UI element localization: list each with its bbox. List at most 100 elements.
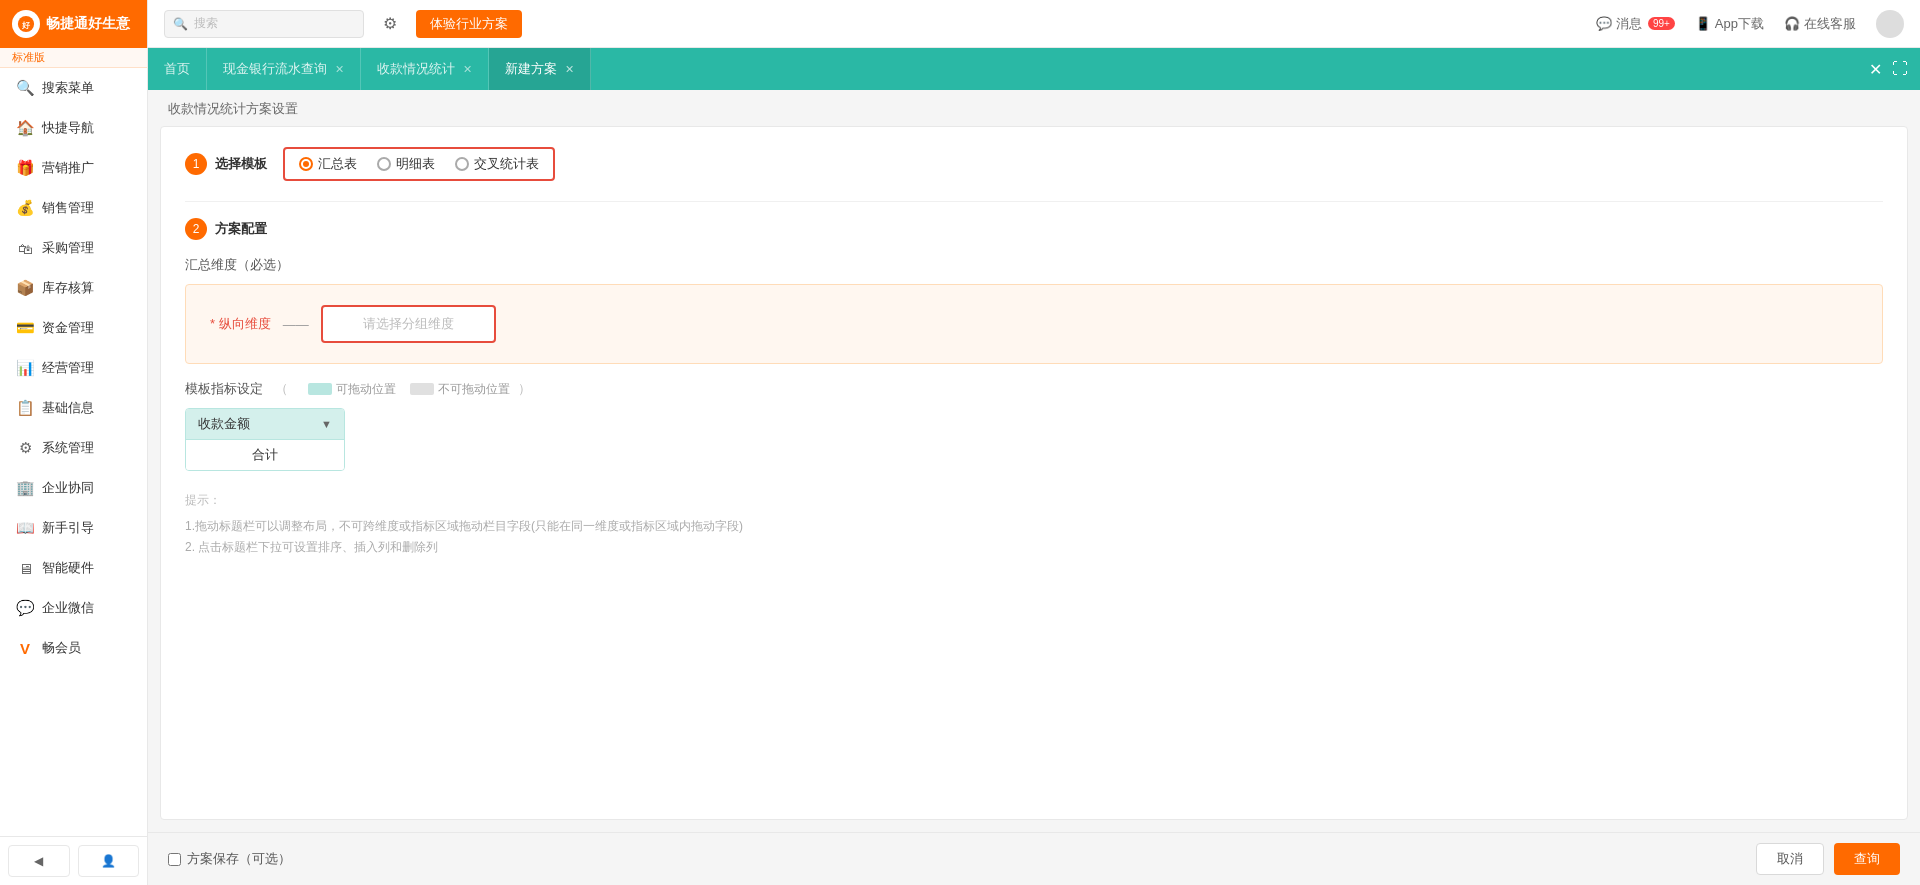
metrics-section: 模板指标设定 （ 可拖动位置 不可拖动位置 ）	[185, 380, 1883, 474]
topbar: 🔍 搜索 ⚙ 体验行业方案 💬 消息 99+ 📱 App下载 🎧 在线客服	[148, 0, 1920, 48]
metrics-table-cell: 合计	[186, 440, 344, 470]
sidebar-item-guide[interactable]: 📖 新手引导	[0, 508, 147, 548]
query-button[interactable]: 查询	[1834, 843, 1900, 875]
message-icon: 💬	[1596, 16, 1612, 31]
tab-bank-flow[interactable]: 现金银行流水查询 ✕	[207, 48, 361, 90]
sidebar-item-marketing[interactable]: 🎁 营销推广	[0, 148, 147, 188]
sidebar-item-system[interactable]: ⚙ 系统管理	[0, 428, 147, 468]
sidebar-item-base-info[interactable]: 📋 基础信息	[0, 388, 147, 428]
metrics-legend: 可拖动位置 不可拖动位置	[308, 381, 510, 398]
radio-summary-label: 汇总表	[318, 155, 357, 173]
sidebar-user-btn[interactable]: 👤	[78, 845, 140, 877]
radio-detail[interactable]: 明细表	[377, 155, 435, 173]
tab-home[interactable]: 首页	[148, 48, 207, 90]
base-info-icon: 📋	[16, 399, 34, 417]
main-area: 🔍 搜索 ⚙ 体验行业方案 💬 消息 99+ 📱 App下载 🎧 在线客服 首页	[148, 0, 1920, 885]
sidebar-item-sales[interactable]: 💰 销售管理	[0, 188, 147, 228]
notification-badge: 99+	[1648, 17, 1675, 30]
avatar[interactable]	[1876, 10, 1904, 38]
dimension-arrow: ——	[283, 317, 309, 332]
chevron-down-icon[interactable]: ▼	[321, 418, 332, 430]
cancel-button[interactable]: 取消	[1756, 843, 1824, 875]
tip2: 2. 点击标题栏下拉可设置排序、插入列和删除列	[185, 537, 1883, 559]
sidebar-item-purchase[interactable]: 🛍 采购管理	[0, 228, 147, 268]
sidebar-item-label: 库存核算	[42, 279, 94, 297]
sidebar-item-finance[interactable]: 💳 资金管理	[0, 308, 147, 348]
enterprise-icon: 🏢	[16, 479, 34, 497]
tab-bank-flow-close[interactable]: ✕	[335, 63, 344, 76]
legend-fixed: 不可拖动位置	[410, 381, 510, 398]
tab-collection-stats-close[interactable]: ✕	[463, 63, 472, 76]
logo-text: 畅捷通好生意	[46, 15, 130, 33]
step1-circle: 1	[185, 153, 207, 175]
dimension-config: 汇总维度（必选） * 纵向维度 —— 请选择分组维度	[185, 256, 1883, 364]
radio-cross[interactable]: 交叉统计表	[455, 155, 539, 173]
sidebar-item-label: 企业微信	[42, 599, 94, 617]
draggable-legend-box	[308, 383, 332, 395]
save-label: 方案保存（可选）	[187, 850, 291, 868]
tab-new-plan-close[interactable]: ✕	[565, 63, 574, 76]
vertical-dimension-label: * 纵向维度	[210, 315, 271, 333]
save-checkbox[interactable]	[168, 853, 181, 866]
sidebar-item-hardware[interactable]: 🖥 智能硬件	[0, 548, 147, 588]
sidebar-item-quick-nav[interactable]: 🏠 快捷导航	[0, 108, 147, 148]
notification-item[interactable]: 💬 消息 99+	[1596, 15, 1675, 33]
radio-summary-dot	[299, 157, 313, 171]
sidebar-item-label: 基础信息	[42, 399, 94, 417]
service-icon: 🎧	[1784, 16, 1800, 31]
sidebar-item-label: 企业协同	[42, 479, 94, 497]
sidebar-item-search-menu[interactable]: 🔍 搜索菜单	[0, 68, 147, 108]
page-title: 收款情况统计方案设置	[148, 90, 1920, 126]
wechat-icon: 💬	[16, 599, 34, 617]
gear-icon[interactable]: ⚙	[376, 10, 404, 38]
form-card: 1 选择模板 汇总表 明细表 交叉统计表	[160, 126, 1908, 820]
fixed-legend-box	[410, 383, 434, 395]
hardware-icon: 🖥	[16, 559, 34, 577]
sidebar-item-operations[interactable]: 📊 经营管理	[0, 348, 147, 388]
sidebar-item-member[interactable]: V 畅会员	[0, 628, 147, 668]
legend-draggable: 可拖动位置	[308, 381, 396, 398]
metrics-header: 模板指标设定 （ 可拖动位置 不可拖动位置 ）	[185, 380, 1883, 398]
notification-label: 消息	[1616, 15, 1642, 33]
topbar-search[interactable]: 🔍 搜索	[164, 10, 364, 38]
template-radio-group: 汇总表 明细表 交叉统计表	[283, 147, 555, 181]
metrics-column-header: 收款金额	[198, 415, 250, 433]
step2-title-row: 2 方案配置	[185, 218, 1883, 240]
sidebar-item-label: 经营管理	[42, 359, 94, 377]
tab-new-plan[interactable]: 新建方案 ✕	[489, 48, 591, 90]
metrics-title: 模板指标设定	[185, 380, 263, 398]
tabbar-close-icon[interactable]: ✕	[1869, 60, 1882, 79]
save-checkbox-label[interactable]: 方案保存（可选）	[168, 850, 291, 868]
sidebar-item-label: 资金管理	[42, 319, 94, 337]
online-service-label: 在线客服	[1804, 15, 1856, 33]
logo-icon: 好	[12, 10, 40, 38]
metrics-table: 收款金额 ▼ 合计	[185, 408, 345, 471]
tabbar-expand-icon[interactable]: ⛶	[1892, 60, 1908, 78]
dimension-select[interactable]: 请选择分组维度	[321, 305, 496, 343]
sidebar-bottom: ◀ 👤	[0, 836, 147, 885]
svg-text:好: 好	[21, 21, 31, 30]
sidebar-item-enterprise[interactable]: 🏢 企业协同	[0, 468, 147, 508]
tip1: 1.拖动标题栏可以调整布局，不可跨维度或指标区域拖动栏目字段(只能在同一维度或指…	[185, 516, 1883, 538]
radio-summary[interactable]: 汇总表	[299, 155, 357, 173]
radio-detail-dot	[377, 157, 391, 171]
sidebar-item-wechat[interactable]: 💬 企业微信	[0, 588, 147, 628]
sidebar-item-inventory[interactable]: 📦 库存核算	[0, 268, 147, 308]
legend-draggable-label: 可拖动位置	[336, 381, 396, 398]
online-service-item[interactable]: 🎧 在线客服	[1784, 15, 1856, 33]
tab-home-label: 首页	[164, 60, 190, 78]
sales-icon: 💰	[16, 199, 34, 217]
footer: 方案保存（可选） 取消 查询	[148, 832, 1920, 885]
sidebar-item-label: 搜索菜单	[42, 79, 94, 97]
radio-cross-dot	[455, 157, 469, 171]
sidebar-item-label: 快捷导航	[42, 119, 94, 137]
finance-icon: 💳	[16, 319, 34, 337]
sidebar-expand-btn[interactable]: ◀	[8, 845, 70, 877]
step1-label: 选择模板	[215, 155, 267, 173]
tab-collection-stats[interactable]: 收款情况统计 ✕	[361, 48, 489, 90]
member-icon: V	[16, 639, 34, 657]
app-download-item[interactable]: 📱 App下载	[1695, 15, 1764, 33]
industry-btn[interactable]: 体验行业方案	[416, 10, 522, 38]
app-download-label: App下载	[1715, 15, 1764, 33]
sidebar-item-label: 系统管理	[42, 439, 94, 457]
